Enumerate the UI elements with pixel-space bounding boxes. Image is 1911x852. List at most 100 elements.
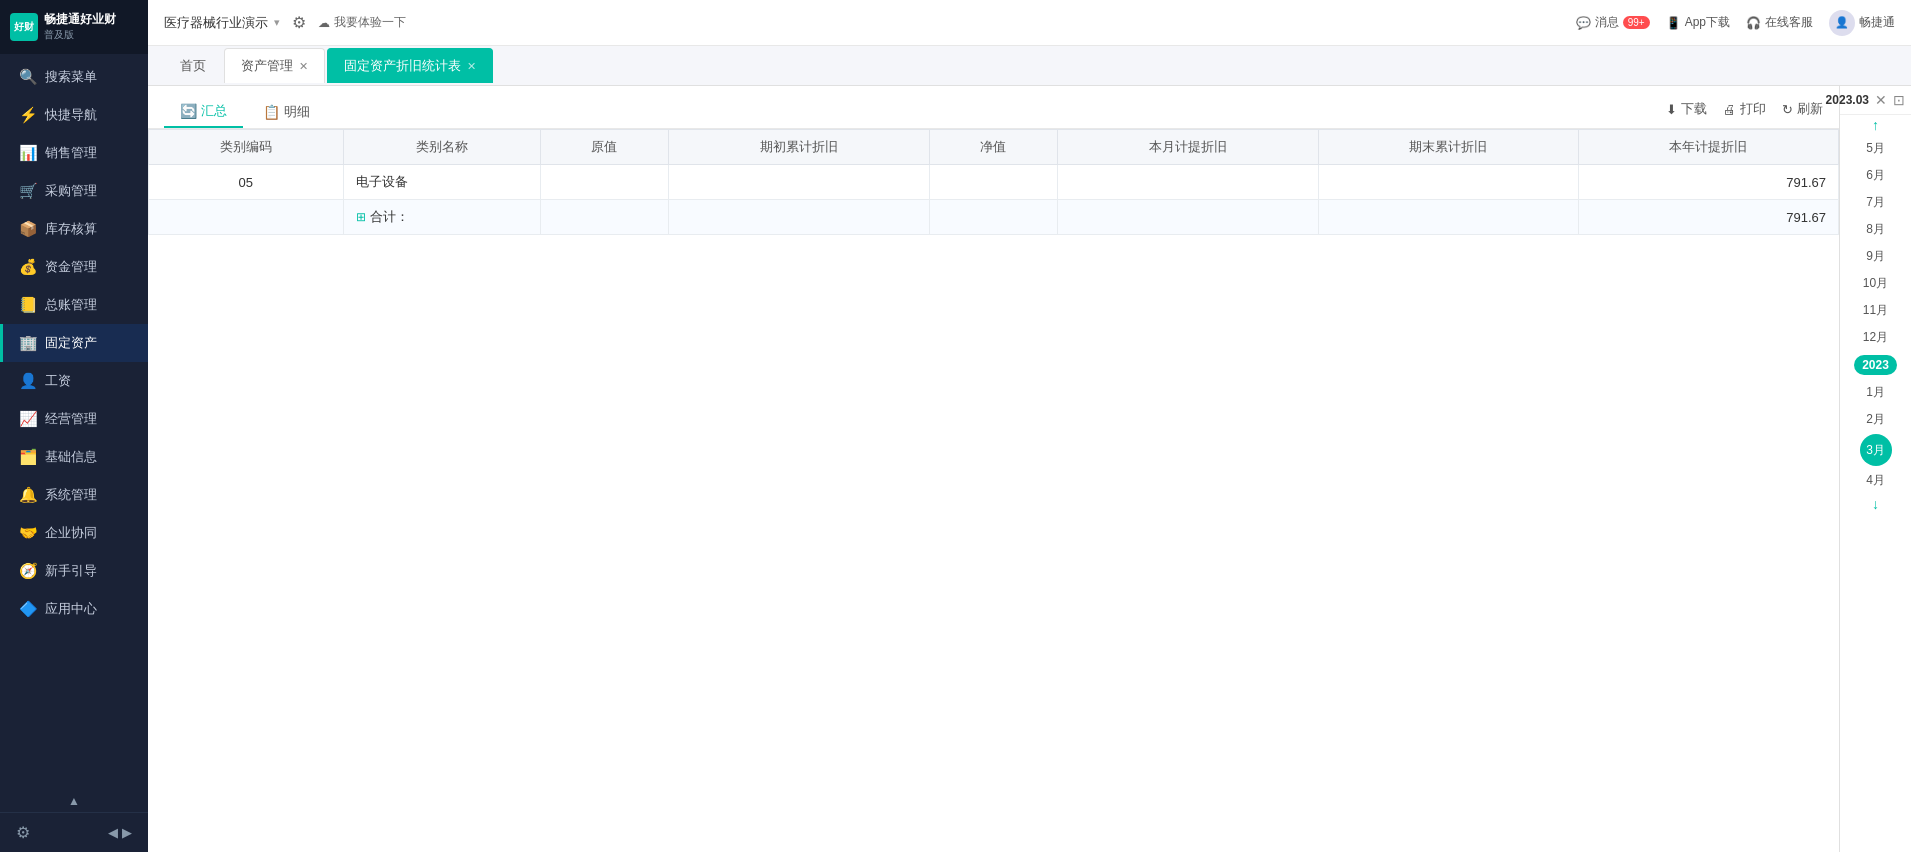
cell-net bbox=[929, 165, 1058, 200]
subtotal-row: ⊞ 合计： 791.67 bbox=[149, 200, 1839, 235]
sidebar-item-label: 工资 bbox=[45, 372, 71, 390]
sidebar: 好财 畅捷通好业财 普及版 🔍搜索菜单⚡快捷导航📊销售管理🛒采购管理📦库存核算💰… bbox=[0, 0, 148, 852]
content-area: 🔄 汇总 📋 明细 ⬇ 下载 🖨 打印 bbox=[148, 86, 1839, 852]
settings-icon[interactable]: ⚙ bbox=[16, 823, 30, 842]
panel-close-icon[interactable]: ✕ bbox=[1875, 92, 1887, 108]
col-header-name: 类别名称 bbox=[343, 130, 540, 165]
app-title: 畅捷通好业财 bbox=[44, 12, 116, 28]
message-action[interactable]: 💬 消息 99+ bbox=[1576, 14, 1650, 31]
sidebar-item-operations[interactable]: 📈经营管理 bbox=[0, 400, 148, 438]
collapse-icon[interactable]: ◀ ▶ bbox=[108, 825, 132, 840]
inventory-icon: 📦 bbox=[19, 220, 37, 238]
sidebar-item-sales[interactable]: 📊销售管理 bbox=[0, 134, 148, 172]
app-download-action[interactable]: 📱 App下载 bbox=[1666, 14, 1730, 31]
summary-icon: 🔄 bbox=[180, 103, 197, 119]
top-header: 医疗器械行业演示 ▾ ⚙ ☁ 我要体验一下 💬 消息 99+ 📱 App下载 🎧… bbox=[148, 0, 1911, 46]
cell-annual: 791.67 bbox=[1578, 165, 1838, 200]
sidebar-item-quick-nav[interactable]: ⚡ 快捷导航 bbox=[0, 96, 148, 134]
col-header-annual: 本年计提折旧 bbox=[1578, 130, 1838, 165]
app-download-label: App下载 bbox=[1685, 14, 1730, 31]
month-item[interactable]: 10月 bbox=[1840, 270, 1911, 297]
month-item[interactable]: 1月 bbox=[1840, 379, 1911, 406]
month-item[interactable]: 9月 bbox=[1840, 243, 1911, 270]
table-wrap: 类别编码 类别名称 原值 期初累计折旧 净值 本月计提折旧 期末累计折旧 本年计… bbox=[148, 129, 1839, 852]
tabs-bar: 首页 资产管理 ✕ 固定资产折旧统计表 ✕ bbox=[148, 46, 1911, 86]
quick-nav-icon: ⚡ bbox=[19, 106, 37, 124]
asset-tab-label: 资产管理 bbox=[241, 57, 293, 75]
sub-tab-detail[interactable]: 📋 明细 bbox=[247, 97, 326, 127]
experience-button[interactable]: ☁ 我要体验一下 bbox=[318, 14, 406, 31]
tab-asset-mgmt[interactable]: 资产管理 ✕ bbox=[224, 48, 325, 83]
sidebar-item-app-center[interactable]: 🔷应用中心 bbox=[0, 590, 148, 628]
sub-tabs: 🔄 汇总 📋 明细 ⬇ 下载 🖨 打印 bbox=[148, 86, 1839, 129]
detail-label: 明细 bbox=[284, 103, 310, 121]
print-label: 打印 bbox=[1740, 100, 1766, 118]
sidebar-item-finance[interactable]: 💰资金管理 bbox=[0, 248, 148, 286]
print-button[interactable]: 🖨 打印 bbox=[1723, 100, 1766, 118]
message-label: 消息 bbox=[1595, 14, 1619, 31]
sidebar-item-ledger[interactable]: 📒总账管理 bbox=[0, 286, 148, 324]
col-header-end-dep: 期末累计折旧 bbox=[1318, 130, 1578, 165]
subtotal-end-dep bbox=[1318, 200, 1578, 235]
table-row: 05 电子设备 791.67 bbox=[149, 165, 1839, 200]
sidebar-item-inventory[interactable]: 📦 库存核算 bbox=[0, 210, 148, 248]
detail-icon: 📋 bbox=[263, 104, 280, 120]
sidebar-item-payroll[interactable]: 👤工资 bbox=[0, 362, 148, 400]
sidebar-item-purchase[interactable]: 🛒采购管理 bbox=[0, 172, 148, 210]
year-label[interactable]: 2023 bbox=[1854, 355, 1897, 375]
sidebar-item-basic-info[interactable]: 🗂️基础信息 bbox=[0, 438, 148, 476]
tab-home[interactable]: 首页 bbox=[164, 49, 222, 83]
user-profile[interactable]: 👤 畅捷通 bbox=[1829, 10, 1895, 36]
right-panel-top: 2023.03 ✕ ⊡ bbox=[1840, 86, 1911, 115]
subtotal-monthly bbox=[1058, 200, 1318, 235]
app-center-icon: 🔷 bbox=[19, 600, 37, 618]
sidebar-nav: 🔍搜索菜单 ⚡ 快捷导航 📊销售管理🛒采购管理 📦 库存核算 💰资金管理📒总账管理🏢固定资产… bbox=[0, 54, 148, 790]
customer-service-action[interactable]: 🎧 在线客服 bbox=[1746, 14, 1813, 31]
customer-service-label: 在线客服 bbox=[1765, 14, 1813, 31]
company-name: 医疗器械行业演示 bbox=[164, 14, 268, 32]
panel-scroll-up-icon[interactable]: ↑ bbox=[1872, 117, 1879, 133]
sub-tab-summary[interactable]: 🔄 汇总 bbox=[164, 96, 243, 128]
cell-name: 电子设备 bbox=[343, 165, 540, 200]
scroll-up-icon[interactable]: ▲ bbox=[68, 794, 80, 808]
month-item[interactable]: 12月 bbox=[1840, 324, 1911, 351]
month-item[interactable]: 8月 bbox=[1840, 216, 1911, 243]
col-header-code: 类别编码 bbox=[149, 130, 344, 165]
header-settings-icon[interactable]: ⚙ bbox=[292, 13, 306, 32]
subtotal-icon: ⊞ bbox=[356, 210, 366, 224]
sidebar-item-fixed-assets[interactable]: 🏢固定资产 bbox=[0, 324, 148, 362]
sidebar-item-enterprise[interactable]: 🤝企业协同 bbox=[0, 514, 148, 552]
right-panel-body: ↑ 5月6月7月8月9月10月11月12月 2023 1月2月3月4月 ↓ bbox=[1840, 115, 1911, 852]
tab-depreciation-report[interactable]: 固定资产折旧统计表 ✕ bbox=[327, 48, 493, 83]
month-item[interactable]: 5月 bbox=[1840, 135, 1911, 162]
sidebar-item-label: 经营管理 bbox=[45, 410, 97, 428]
asset-tab-close-icon[interactable]: ✕ bbox=[299, 60, 308, 73]
month-item[interactable]: 11月 bbox=[1840, 297, 1911, 324]
month-item[interactable]: 4月 bbox=[1840, 467, 1911, 494]
guide-icon: 🧭 bbox=[19, 562, 37, 580]
depreciation-tab-label: 固定资产折旧统计表 bbox=[344, 57, 461, 75]
depreciation-table: 类别编码 类别名称 原值 期初累计折旧 净值 本月计提折旧 期末累计折旧 本年计… bbox=[148, 129, 1839, 235]
sidebar-item-label: 采购管理 bbox=[45, 182, 97, 200]
company-selector[interactable]: 医疗器械行业演示 ▾ bbox=[164, 14, 280, 32]
ledger-icon: 📒 bbox=[19, 296, 37, 314]
sidebar-item-guide[interactable]: 🧭新手引导 bbox=[0, 552, 148, 590]
sidebar-item-label: 快捷导航 bbox=[45, 106, 97, 124]
sidebar-item-label: 库存核算 bbox=[45, 220, 97, 238]
refresh-button[interactable]: ↻ 刷新 bbox=[1782, 100, 1823, 118]
sidebar-item-search[interactable]: 🔍搜索菜单 bbox=[0, 58, 148, 96]
message-icon: 💬 bbox=[1576, 16, 1591, 30]
download-label: 下载 bbox=[1681, 100, 1707, 118]
panel-expand-icon[interactable]: ⊡ bbox=[1893, 92, 1905, 108]
month-item[interactable]: 7月 bbox=[1840, 189, 1911, 216]
panel-scroll-down-icon[interactable]: ↓ bbox=[1872, 496, 1879, 512]
month-item[interactable]: 6月 bbox=[1840, 162, 1911, 189]
download-button[interactable]: ⬇ 下载 bbox=[1666, 100, 1707, 118]
month-item[interactable]: 2月 bbox=[1840, 406, 1911, 433]
sidebar-item-label: 基础信息 bbox=[45, 448, 97, 466]
sidebar-item-system[interactable]: 🔔系统管理 bbox=[0, 476, 148, 514]
sidebar-title-wrap: 畅捷通好业财 普及版 bbox=[44, 12, 116, 42]
depreciation-tab-close-icon[interactable]: ✕ bbox=[467, 60, 476, 73]
selected-month-item[interactable]: 3月 bbox=[1860, 434, 1892, 466]
sidebar-item-label: 搜索菜单 bbox=[45, 68, 97, 86]
